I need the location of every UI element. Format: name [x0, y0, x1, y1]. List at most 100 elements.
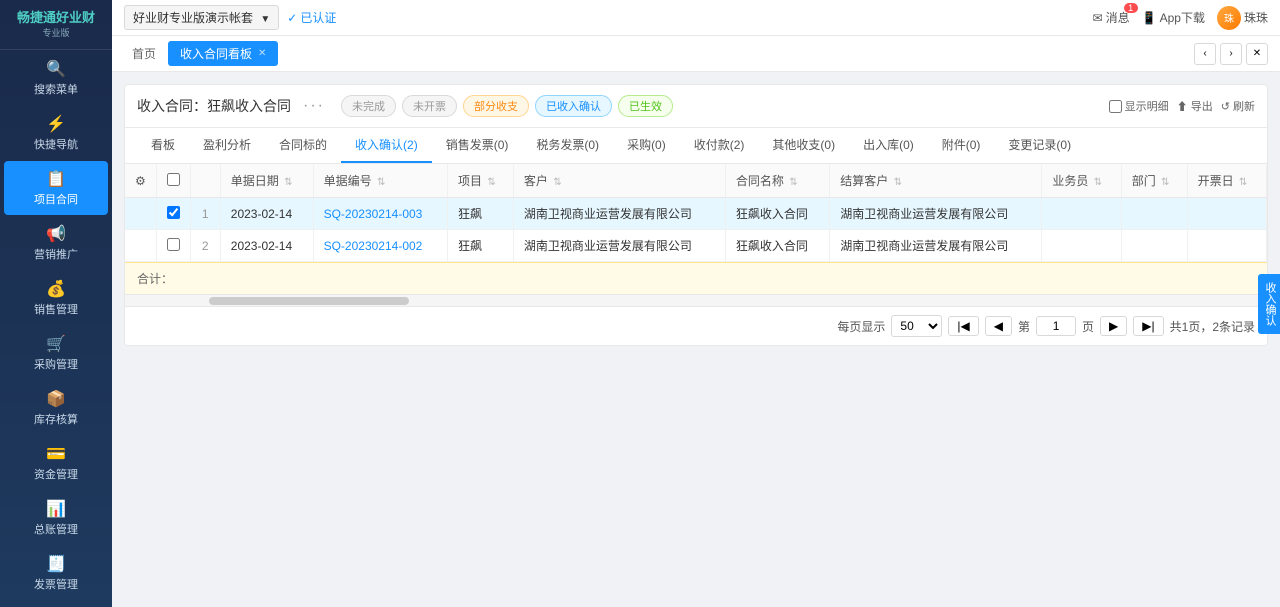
side-action-button[interactable]: 收入确认: [1258, 274, 1280, 334]
table-header-row: ⚙ 单据日期 ⇅ 单据编号 ⇅ 项目 ⇅ 客户 ⇅ 合同名称 ⇅ 结算客户 ⇅ …: [125, 164, 1267, 198]
sub-tab-4[interactable]: 销售发票(0): [432, 128, 523, 163]
status-uninvoiced[interactable]: 未开票: [402, 95, 457, 117]
select-all-checkbox[interactable]: [167, 173, 180, 186]
row-checkbox-1[interactable]: [167, 238, 180, 251]
th-department[interactable]: 部门 ⇅: [1121, 164, 1187, 198]
right-panel: 收入确认: [1258, 274, 1280, 334]
breadcrumb-home[interactable]: 首页: [124, 41, 164, 66]
sidebar-item-0[interactable]: 🔍 搜索菜单: [4, 51, 108, 105]
sub-tab-2[interactable]: 合同标的: [265, 128, 341, 163]
next-page-button[interactable]: ▶: [1100, 316, 1127, 336]
username-label: 珠珠: [1244, 9, 1268, 26]
row-open-date-0: [1187, 198, 1266, 230]
sidebar-icon-2: 📋: [46, 169, 66, 189]
sidebar-item-7[interactable]: 💳 资金管理: [4, 436, 108, 490]
sidebar-item-4[interactable]: 💰 销售管理: [4, 271, 108, 325]
tab-close-all-button[interactable]: ✕: [1246, 43, 1268, 65]
row-bill-no-0[interactable]: SQ-20230214-003: [313, 198, 447, 230]
sidebar-logo: 畅捷通好业财 专业版: [0, 0, 112, 50]
last-page-button[interactable]: ▶|: [1133, 316, 1163, 336]
sidebar-label-1: 快捷导航: [34, 136, 78, 152]
sub-tabs: 看板盈利分析合同标的收入确认(2)销售发票(0)税务发票(0)采购(0)收付款(…: [125, 128, 1267, 164]
row-settings-1[interactable]: [125, 230, 156, 262]
sub-tab-0[interactable]: 看板: [137, 128, 189, 163]
more-button[interactable]: ···: [303, 97, 325, 115]
sidebar-item-6[interactable]: 📦 库存核算: [4, 381, 108, 435]
message-button[interactable]: ✉ 消息 1: [1093, 9, 1130, 26]
app-download-icon: 📱: [1142, 11, 1157, 25]
tab-income-contract-board[interactable]: 收入合同看板 ✕: [168, 41, 278, 66]
sidebar-icon-1: ⚡: [46, 114, 66, 134]
sidebar-label-3: 营销推广: [34, 246, 78, 262]
prev-page-button[interactable]: ◀: [985, 316, 1012, 336]
sub-tab-9[interactable]: 出入库(0): [849, 128, 928, 163]
company-dropdown-icon: ▼: [260, 14, 270, 25]
refresh-button[interactable]: ↺ 刷新: [1221, 98, 1255, 114]
th-date[interactable]: 单据日期 ⇅: [220, 164, 313, 198]
th-open-date[interactable]: 开票日 ⇅: [1187, 164, 1266, 198]
th-contract-name[interactable]: 合同名称 ⇅: [725, 164, 829, 198]
page-number-input[interactable]: [1036, 316, 1076, 336]
sidebar-label-0: 搜索菜单: [34, 81, 78, 97]
export-button[interactable]: ⬆ 导出: [1177, 98, 1213, 114]
th-customer[interactable]: 客户 ⇅: [513, 164, 725, 198]
sidebar-icon-8: 📊: [46, 499, 66, 519]
row-salesperson-1: [1042, 230, 1121, 262]
status-effective[interactable]: 已生效: [618, 95, 673, 117]
sub-tab-1[interactable]: 盈利分析: [189, 128, 265, 163]
row-bill-no-1[interactable]: SQ-20230214-002: [313, 230, 447, 262]
th-project[interactable]: 项目 ⇅: [447, 164, 513, 198]
income-table: ⚙ 单据日期 ⇅ 单据编号 ⇅ 项目 ⇅ 客户 ⇅ 合同名称 ⇅ 结算客户 ⇅ …: [125, 164, 1267, 262]
table-container: ⚙ 单据日期 ⇅ 单据编号 ⇅ 项目 ⇅ 客户 ⇅ 合同名称 ⇅ 结算客户 ⇅ …: [125, 164, 1267, 262]
sidebar-label-9: 发票管理: [34, 576, 78, 592]
row-customer-1: 湖南卫视商业运营发展有限公司: [513, 230, 725, 262]
show-detail-toggle[interactable]: 显示明细: [1109, 98, 1169, 114]
horizontal-scrollbar[interactable]: [125, 294, 1267, 306]
app-download-button[interactable]: 📱 App下载: [1142, 9, 1205, 26]
sidebar-item-3[interactable]: 📢 营销推广: [4, 216, 108, 270]
status-partial[interactable]: 部分收支: [463, 95, 529, 117]
per-page-label: 每页显示: [837, 318, 885, 335]
row-check-1[interactable]: [156, 230, 190, 262]
bill-no-link-0[interactable]: SQ-20230214-003: [324, 207, 423, 221]
row-settings-0[interactable]: [125, 198, 156, 230]
tab-next-button[interactable]: ›: [1220, 43, 1242, 65]
th-settings[interactable]: ⚙: [125, 164, 156, 198]
app-download-label: App下载: [1160, 9, 1205, 26]
sidebar-item-2[interactable]: 📋 项目合同: [4, 161, 108, 215]
tab-close-icon[interactable]: ✕: [258, 48, 266, 59]
sub-tab-5[interactable]: 税务发票(0): [522, 128, 613, 163]
scroll-thumb[interactable]: [209, 297, 409, 305]
sub-tab-11[interactable]: 变更记录(0): [994, 128, 1085, 163]
show-detail-checkbox[interactable]: [1109, 100, 1122, 113]
company-selector[interactable]: 好业财专业版演示帐套 ▼: [124, 5, 279, 30]
first-page-button[interactable]: |◀: [948, 316, 978, 336]
sub-tab-10[interactable]: 附件(0): [928, 128, 995, 163]
page-suffix: 页: [1082, 318, 1094, 335]
sidebar-item-8[interactable]: 📊 总账管理: [4, 491, 108, 545]
content-area: 收入合同：狂飙收入合同 ··· 未完成 未开票 部分收支 已收入确认 已生效 显…: [112, 72, 1280, 607]
sub-tab-3[interactable]: 收入确认(2): [341, 128, 432, 163]
tab-prev-button[interactable]: ‹: [1194, 43, 1216, 65]
status-incomplete[interactable]: 未完成: [341, 95, 396, 117]
sidebar-item-10[interactable]: 🏛 税务管理: [4, 601, 108, 607]
company-name: 好业财专业版演示帐套: [133, 11, 253, 25]
sub-tab-7[interactable]: 收付款(2): [680, 128, 759, 163]
row-check-0[interactable]: [156, 198, 190, 230]
user-avatar-area[interactable]: 珠 珠珠: [1217, 6, 1268, 30]
sub-tab-6[interactable]: 采购(0): [613, 128, 680, 163]
bill-no-link-1[interactable]: SQ-20230214-002: [324, 239, 423, 253]
sidebar-item-5[interactable]: 🛒 采购管理: [4, 326, 108, 380]
per-page-select[interactable]: 50 20 100: [891, 315, 942, 337]
status-confirmed[interactable]: 已收入确认: [535, 95, 612, 117]
sub-tab-8[interactable]: 其他收支(0): [758, 128, 849, 163]
sidebar-item-9[interactable]: 🧾 发票管理: [4, 546, 108, 600]
sidebar-item-1[interactable]: ⚡ 快捷导航: [4, 106, 108, 160]
th-checkbox[interactable]: [156, 164, 190, 198]
row-checkbox-0[interactable]: [167, 206, 180, 219]
topbar: 好业财专业版演示帐套 ▼ ✓ 已认证 ✉ 消息 1 📱 App下载 珠: [112, 0, 1280, 36]
th-salesperson[interactable]: 业务员 ⇅: [1042, 164, 1121, 198]
message-badge: 1: [1124, 3, 1138, 13]
th-bill-no[interactable]: 单据编号 ⇅: [313, 164, 447, 198]
th-final-customer[interactable]: 结算客户 ⇅: [830, 164, 1042, 198]
